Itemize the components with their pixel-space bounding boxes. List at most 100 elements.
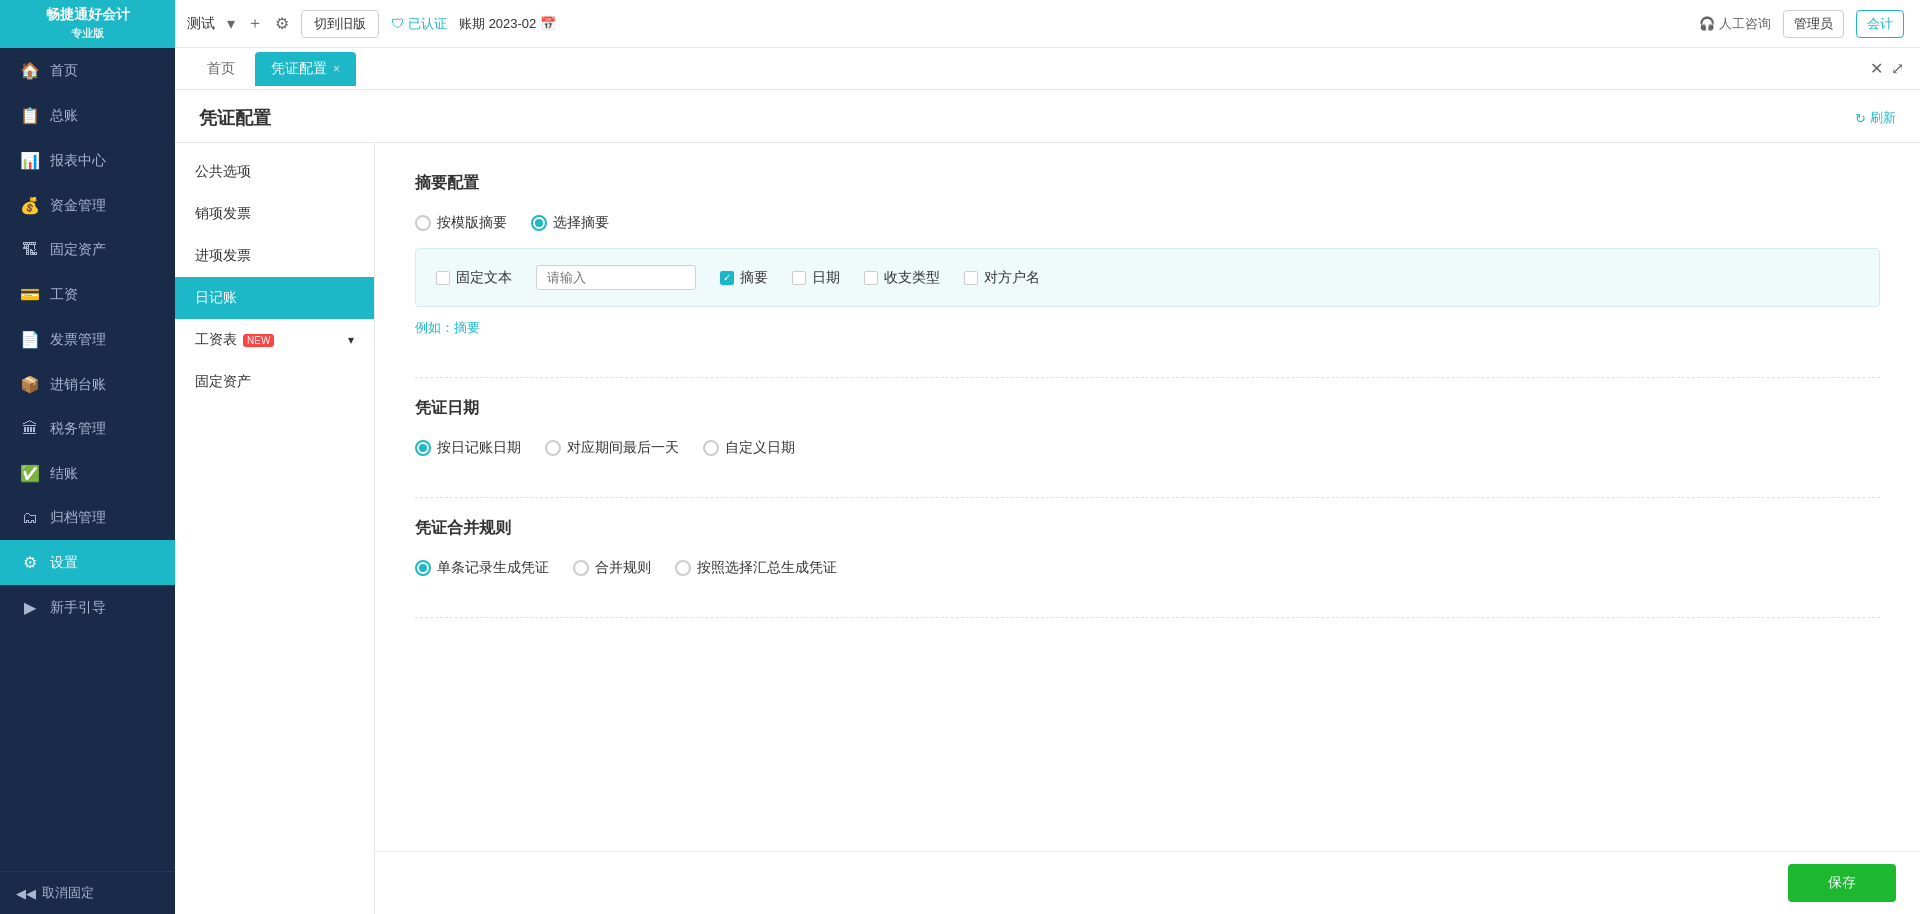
nav-public[interactable]: 公共选项	[175, 151, 374, 193]
sidebar-item-fund[interactable]: 💰 资金管理	[0, 183, 175, 228]
radio-journal-circle	[415, 440, 431, 456]
radio-select-summary[interactable]: 选择摘要	[531, 214, 609, 232]
page-header: 凭证配置 ↻ 刷新	[175, 90, 1920, 143]
sidebar-item-archive[interactable]: 🗂 归档管理	[0, 496, 175, 540]
date-radio-group: 按日记账日期 对应期间最后一天 自定义日期	[415, 439, 1880, 457]
archive-icon: 🗂	[20, 509, 40, 527]
divider-3	[415, 617, 1880, 618]
radio-single-circle	[415, 560, 431, 576]
new-badge: NEW	[243, 334, 274, 347]
nav-purchase-invoice[interactable]: 进项发票	[175, 235, 374, 277]
checkbox-fixed-box	[436, 271, 450, 285]
nav-journal[interactable]: 日记账	[175, 277, 374, 319]
sidebar-item-salary[interactable]: 💳 工资	[0, 272, 175, 317]
radio-journal-date[interactable]: 按日记账日期	[415, 439, 521, 457]
project-name: 测试	[187, 15, 215, 33]
left-nav: 公共选项 销项发票 进项发票 日记账 工资表 NEW ▾	[175, 143, 375, 914]
radio-custom-date[interactable]: 自定义日期	[703, 439, 795, 457]
nav-sales-invoice[interactable]: 销项发票	[175, 193, 374, 235]
radio-single-record[interactable]: 单条记录生成凭证	[415, 559, 549, 577]
chevron-down-icon: ▾	[348, 333, 354, 347]
merge-section: 凭证合并规则 单条记录生成凭证 合并规则	[415, 518, 1880, 577]
checkbox-counterpart[interactable]: 对方户名	[964, 269, 1040, 287]
right-panel: 摘要配置 按模版摘要 选择摘要	[375, 143, 1920, 851]
radio-custom-circle	[703, 440, 719, 456]
sidebar: 🏠 首页 📋 总账 📊 报表中心 💰 资金管理 🏗 固定资产	[0, 48, 175, 914]
save-btn[interactable]: 保存	[1788, 864, 1896, 902]
headset-icon: 🎧	[1699, 16, 1715, 31]
ledger-icon: 📋	[20, 106, 40, 125]
guide-icon: ▶	[20, 598, 40, 617]
asset-icon: 🏗	[20, 241, 40, 259]
dropdown-icon[interactable]: ▾	[227, 14, 235, 33]
radio-period-circle	[545, 440, 561, 456]
logo-sub: 专业版	[71, 26, 104, 41]
nav-fixed-asset[interactable]: 固定资产	[175, 361, 374, 403]
cancel-fixed-btn[interactable]: ◀◀ 取消固定	[0, 871, 175, 914]
radio-template-summary[interactable]: 按模版摘要	[415, 214, 507, 232]
fund-icon: 💰	[20, 196, 40, 215]
date-title: 凭证日期	[415, 398, 1880, 419]
summary-radio-group: 按模版摘要 选择摘要	[415, 214, 1880, 232]
sidebar-scroll: 🏠 首页 📋 总账 📊 报表中心 💰 资金管理 🏗 固定资产	[0, 48, 175, 871]
radio-select-circle	[531, 215, 547, 231]
summary-section: 摘要配置 按模版摘要 选择摘要	[415, 173, 1880, 337]
switch-btn[interactable]: 切到旧版	[301, 10, 379, 38]
trade-icon: 📦	[20, 375, 40, 394]
consult-btn[interactable]: 🎧 人工咨询	[1699, 15, 1771, 33]
content-area: 首页 凭证配置 × ✕ ⤢ 凭证配置 ↻ 刷新	[175, 48, 1920, 914]
admin-btn[interactable]: 管理员	[1783, 10, 1844, 38]
tab-voucher-config[interactable]: 凭证配置 ×	[255, 52, 356, 86]
checkbox-summary[interactable]: 摘要	[720, 269, 768, 287]
tab-bar: 首页 凭证配置 × ✕ ⤢	[175, 48, 1920, 90]
home-icon: 🏠	[20, 61, 40, 80]
divider-1	[415, 377, 1880, 378]
radio-aggregate[interactable]: 按照选择汇总生成凭证	[675, 559, 837, 577]
example-text: 例如：摘要	[415, 319, 1880, 337]
checkbox-date-box	[792, 271, 806, 285]
radio-merge-rule[interactable]: 合并规则	[573, 559, 651, 577]
sidebar-item-asset[interactable]: 🏗 固定资产	[0, 228, 175, 272]
summary-title: 摘要配置	[415, 173, 1880, 194]
sidebar-item-tax[interactable]: 🏛 税务管理	[0, 407, 175, 451]
sidebar-item-report[interactable]: 📊 报表中心	[0, 138, 175, 183]
period-label: 账期 2023-02 📅	[459, 15, 556, 33]
radio-period-last[interactable]: 对应期间最后一天	[545, 439, 679, 457]
merge-radio-group: 单条记录生成凭证 合并规则 按照选择汇总生成凭证	[415, 559, 1880, 577]
top-header: 畅捷通好会计 专业版 测试 ▾ ＋ ⚙ 切到旧版 🛡 已认证 账期 2023-0…	[0, 0, 1920, 48]
fixed-text-input[interactable]	[536, 265, 696, 290]
expand-tab-btn[interactable]: ⤢	[1891, 59, 1904, 78]
checkbox-payment-type[interactable]: 收支类型	[864, 269, 940, 287]
logo-area: 畅捷通好会计 专业版	[0, 0, 175, 48]
checkbox-date[interactable]: 日期	[792, 269, 840, 287]
add-icon[interactable]: ＋	[247, 13, 263, 34]
refresh-icon: ↻	[1855, 111, 1866, 126]
pin-icon: ◀◀	[16, 886, 36, 901]
report-icon: 📊	[20, 151, 40, 170]
checkbox-fixed-text[interactable]: 固定文本	[436, 269, 512, 287]
refresh-btn[interactable]: ↻ 刷新	[1855, 109, 1896, 127]
tab-home[interactable]: 首页	[191, 52, 251, 86]
nav-payroll[interactable]: 工资表 NEW ▾	[175, 319, 374, 361]
accountant-btn[interactable]: 会计	[1856, 10, 1904, 38]
verified-status: 🛡 已认证	[391, 15, 447, 33]
checkbox-summary-box	[720, 271, 734, 285]
sidebar-item-ledger[interactable]: 📋 总账	[0, 93, 175, 138]
sidebar-item-invoice[interactable]: 📄 发票管理	[0, 317, 175, 362]
sidebar-item-close[interactable]: ✅ 结账	[0, 451, 175, 496]
checkbox-counterpart-box	[964, 271, 978, 285]
close-tab-btn[interactable]: ✕	[1870, 59, 1883, 78]
sidebar-item-home[interactable]: 🏠 首页	[0, 48, 175, 93]
merge-title: 凭证合并规则	[415, 518, 1880, 539]
salary-icon: 💳	[20, 285, 40, 304]
sidebar-item-settings[interactable]: ⚙ 设置	[0, 540, 175, 585]
date-section: 凭证日期 按日记账日期 对应期间最后一天	[415, 398, 1880, 457]
sidebar-item-guide[interactable]: ▶ 新手引导	[0, 585, 175, 630]
header-right: 🎧 人工咨询 管理员 会计	[1699, 10, 1904, 38]
settings-icon[interactable]: ⚙	[275, 14, 289, 33]
tax-icon: 🏛	[20, 420, 40, 438]
tab-close-icon[interactable]: ×	[333, 62, 340, 76]
divider-2	[415, 497, 1880, 498]
sidebar-item-trade[interactable]: 📦 进销台账	[0, 362, 175, 407]
radio-merge-circle	[573, 560, 589, 576]
